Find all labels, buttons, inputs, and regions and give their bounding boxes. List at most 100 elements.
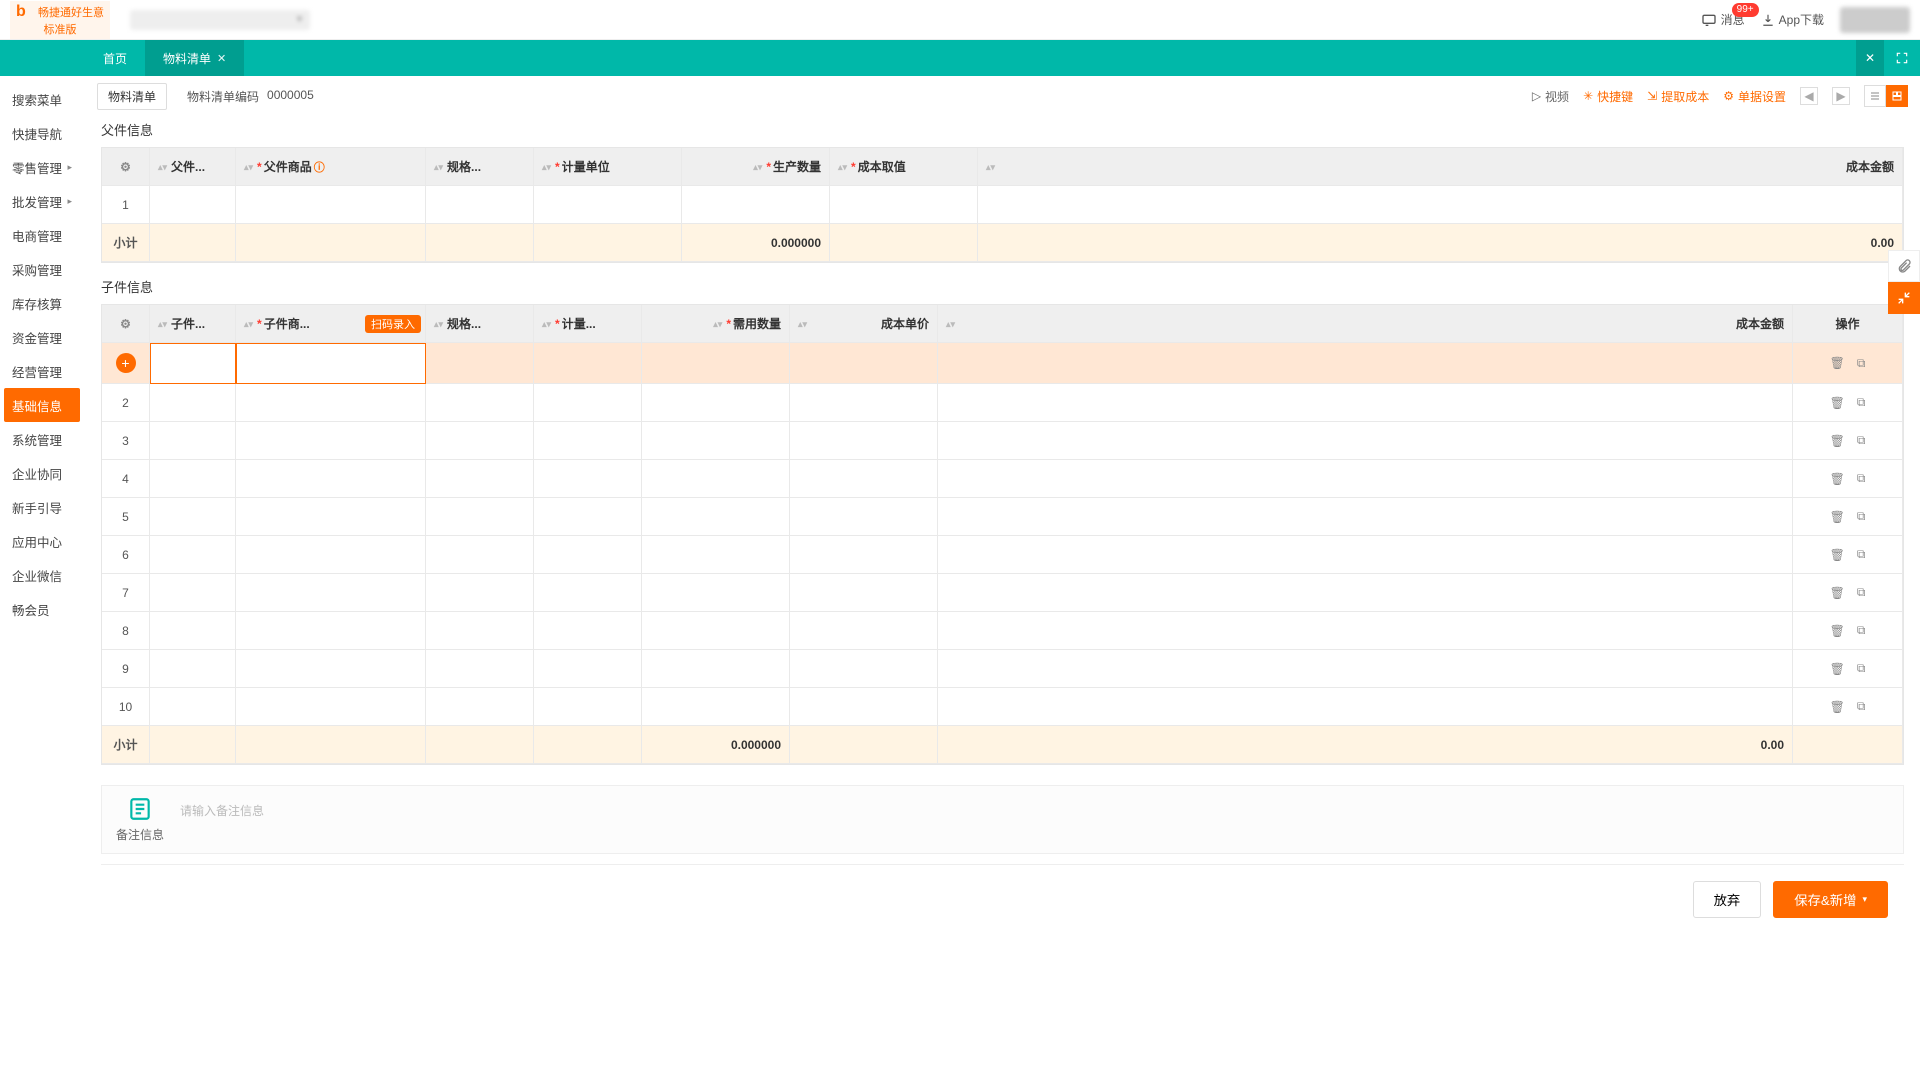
table-cell[interactable] <box>790 498 938 536</box>
next-button[interactable]: ▶ <box>1832 87 1850 105</box>
table-cell[interactable] <box>938 498 1793 536</box>
table-cell[interactable] <box>534 460 642 498</box>
table-cell[interactable] <box>426 384 534 422</box>
delete-icon[interactable]: 🗑 <box>1830 396 1845 410</box>
doc-tab[interactable]: 物料清单 <box>97 83 167 110</box>
col-child-product[interactable]: ▴▾*子件商...扫码录入 <box>236 305 426 343</box>
table-cell[interactable] <box>938 343 1793 384</box>
sidebar-item[interactable]: 采购管理 <box>0 252 84 286</box>
col-child-unit-cost[interactable]: ▴▾成本单价 <box>790 305 938 343</box>
col-parent-code[interactable]: ▴▾父件... <box>150 148 236 186</box>
org-selector[interactable]: ▾ <box>130 10 310 30</box>
table-cell[interactable] <box>938 536 1793 574</box>
table-cell[interactable] <box>642 650 790 688</box>
table-cell[interactable] <box>534 688 642 726</box>
shortcut-button[interactable]: ✳快捷键 <box>1583 88 1633 105</box>
col-parent-unit[interactable]: ▴▾*计量单位 <box>534 148 682 186</box>
child-code-input[interactable] <box>150 343 236 384</box>
table-cell[interactable] <box>150 650 236 688</box>
gear-icon[interactable]: ⚙ <box>102 305 150 343</box>
table-cell[interactable] <box>236 384 426 422</box>
table-cell[interactable] <box>938 574 1793 612</box>
sidebar-item[interactable]: 企业协同 <box>0 456 84 490</box>
table-cell[interactable] <box>426 186 534 224</box>
copy-icon[interactable]: ⧉ <box>1857 585 1866 600</box>
table-cell[interactable] <box>534 498 642 536</box>
messages-button[interactable]: 消息 99+ <box>1701 11 1745 28</box>
table-cell[interactable] <box>534 536 642 574</box>
sidebar-item[interactable]: 应用中心 <box>0 524 84 558</box>
table-cell[interactable] <box>426 688 534 726</box>
delete-icon[interactable]: 🗑 <box>1830 472 1845 486</box>
delete-icon[interactable]: 🗑 <box>1830 356 1845 370</box>
table-cell[interactable] <box>426 460 534 498</box>
table-cell[interactable] <box>830 186 978 224</box>
copy-icon[interactable]: ⧉ <box>1857 471 1866 486</box>
table-cell[interactable] <box>642 384 790 422</box>
table-cell[interactable] <box>534 384 642 422</box>
table-cell[interactable] <box>236 460 426 498</box>
avatar[interactable] <box>1840 7 1910 33</box>
table-cell[interactable] <box>236 186 426 224</box>
col-child-spec[interactable]: ▴▾规格... <box>426 305 534 343</box>
table-cell[interactable] <box>642 574 790 612</box>
delete-icon[interactable]: 🗑 <box>1830 548 1845 562</box>
close-icon[interactable]: ✕ <box>217 52 226 65</box>
copy-icon[interactable]: ⧉ <box>1857 433 1866 448</box>
table-cell[interactable] <box>534 574 642 612</box>
copy-icon[interactable]: ⧉ <box>1857 547 1866 562</box>
table-cell[interactable] <box>236 574 426 612</box>
table-cell[interactable] <box>790 536 938 574</box>
logo[interactable]: b 畅捷通好生意 标准版 <box>10 1 110 39</box>
table-cell[interactable] <box>790 460 938 498</box>
fullscreen-icon[interactable] <box>1888 40 1916 76</box>
copy-icon[interactable]: ⧉ <box>1857 395 1866 410</box>
attachment-button[interactable] <box>1888 250 1920 282</box>
sidebar-item[interactable]: 企业微信 <box>0 558 84 592</box>
copy-icon[interactable]: ⧉ <box>1857 661 1866 676</box>
table-cell[interactable] <box>426 343 534 384</box>
table-cell[interactable] <box>642 343 790 384</box>
table-cell[interactable] <box>426 574 534 612</box>
copy-icon[interactable]: ⧉ <box>1857 509 1866 524</box>
doc-setting-button[interactable]: ⚙单据设置 <box>1723 88 1786 105</box>
col-parent-cost-basis[interactable]: ▴▾*成本取值 <box>830 148 978 186</box>
sidebar-item[interactable]: 基础信息 <box>4 388 80 422</box>
table-cell[interactable] <box>534 186 682 224</box>
video-button[interactable]: ▷视频 <box>1532 88 1569 105</box>
table-cell[interactable] <box>938 422 1793 460</box>
table-cell[interactable] <box>150 688 236 726</box>
table-cell[interactable] <box>642 688 790 726</box>
tabstrip-close-all[interactable]: ✕ <box>1856 40 1884 76</box>
col-parent-spec[interactable]: ▴▾规格... <box>426 148 534 186</box>
copy-icon[interactable]: ⧉ <box>1857 356 1866 371</box>
copy-icon[interactable]: ⧉ <box>1857 623 1866 638</box>
sidebar-item[interactable]: 搜索菜单 <box>0 82 84 116</box>
view-list-button[interactable] <box>1864 85 1886 107</box>
table-cell[interactable] <box>790 574 938 612</box>
sidebar-item[interactable]: 经营管理 <box>0 354 84 388</box>
table-cell[interactable] <box>642 498 790 536</box>
child-product-input[interactable] <box>236 343 426 384</box>
table-cell[interactable] <box>236 612 426 650</box>
sidebar-item[interactable]: 畅会员 <box>0 592 84 626</box>
table-cell[interactable] <box>682 186 830 224</box>
table-cell[interactable] <box>150 574 236 612</box>
table-cell[interactable] <box>978 186 1903 224</box>
remarks-input[interactable] <box>180 802 1889 838</box>
col-child-code[interactable]: ▴▾子件... <box>150 305 236 343</box>
copy-icon[interactable]: ⧉ <box>1857 699 1866 714</box>
table-cell[interactable] <box>150 422 236 460</box>
sidebar-item[interactable]: 电商管理 <box>0 218 84 252</box>
table-cell[interactable] <box>150 498 236 536</box>
add-row-button[interactable]: + <box>116 353 136 373</box>
table-cell[interactable] <box>236 688 426 726</box>
table-cell[interactable] <box>534 612 642 650</box>
table-cell[interactable] <box>938 612 1793 650</box>
table-cell[interactable] <box>938 460 1793 498</box>
table-cell[interactable] <box>938 384 1793 422</box>
table-cell[interactable] <box>790 612 938 650</box>
col-parent-product[interactable]: ▴▾*父件商品ⓘ <box>236 148 426 186</box>
delete-icon[interactable]: 🗑 <box>1830 662 1845 676</box>
delete-icon[interactable]: 🗑 <box>1830 700 1845 714</box>
